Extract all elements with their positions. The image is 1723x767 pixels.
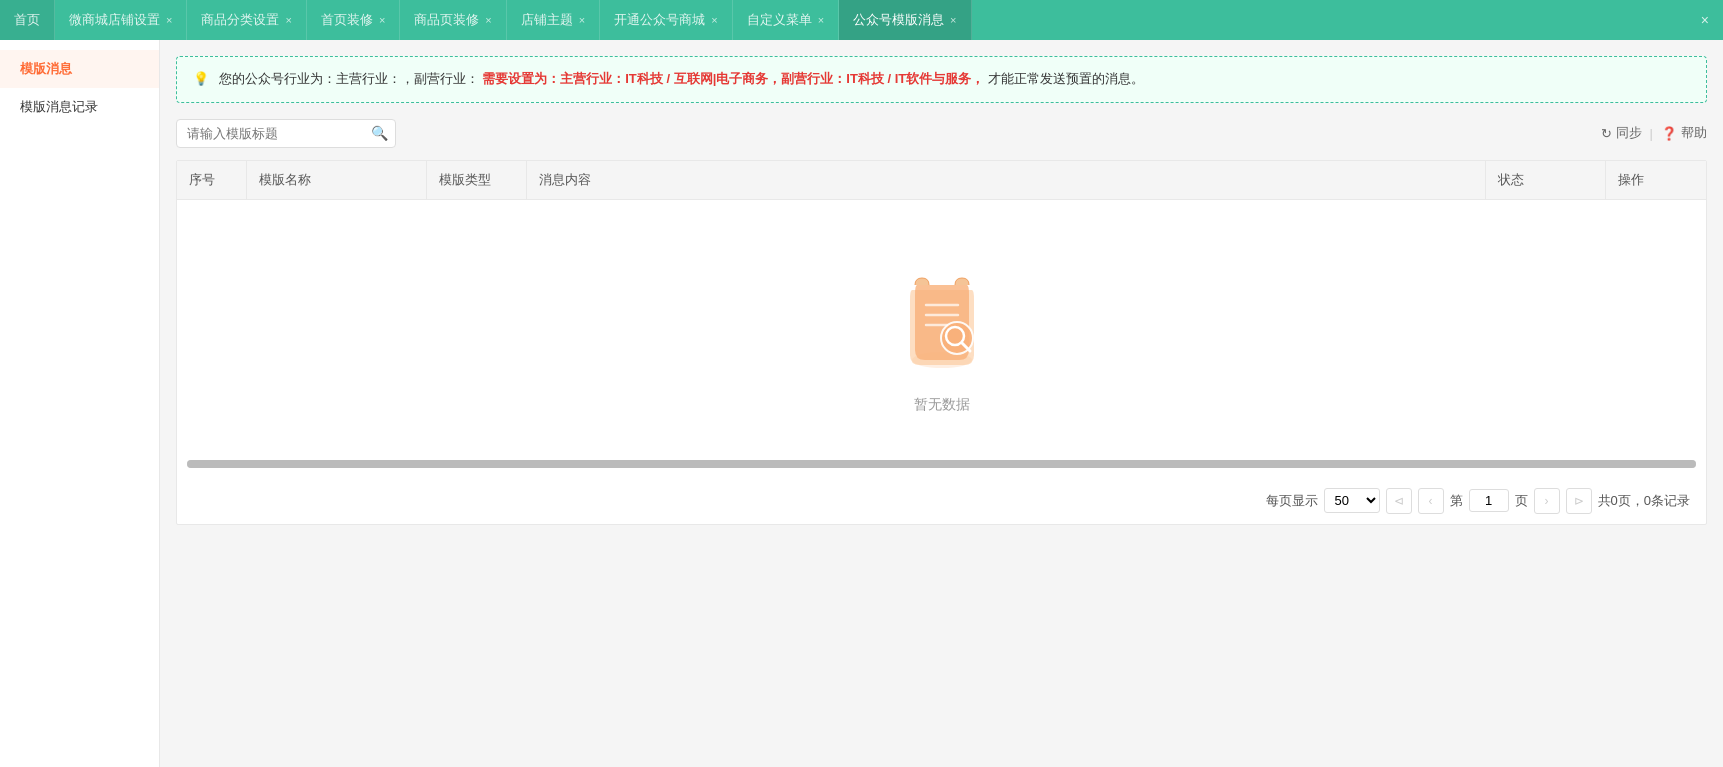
sidebar-item-template-message[interactable]: 模版消息 — [0, 50, 159, 88]
tab-store-settings[interactable]: 微商城店铺设置 × — [55, 0, 187, 40]
empty-icon — [882, 260, 1002, 380]
close-tab-homepage[interactable]: × — [379, 14, 385, 26]
tab-homepage-decoration[interactable]: 首页装修 × — [307, 0, 400, 40]
table-header: 序号 模版名称 模版类型 消息内容 状态 操作 — [177, 161, 1706, 200]
main-layout: 模版消息 模版消息记录 💡 您的公众号行业为：主营行业：，副营行业： 需要设置为… — [0, 40, 1723, 767]
close-tab-custom-menu[interactable]: × — [818, 14, 824, 26]
tab-custom-menu[interactable]: 自定义菜单 × — [733, 0, 839, 40]
content-area: 💡 您的公众号行业为：主营行业：，副营行业： 需要设置为：主营行业：IT科技 /… — [160, 40, 1723, 767]
data-table: 序号 模版名称 模版类型 消息内容 状态 操作 — [176, 160, 1707, 525]
col-action: 操作 — [1606, 161, 1706, 199]
tab-store-theme[interactable]: 店铺主题 × — [507, 0, 600, 40]
notice-banner: 💡 您的公众号行业为：主营行业：，副营行业： 需要设置为：主营行业：IT科技 /… — [176, 56, 1707, 103]
close-all-tabs-button[interactable]: × — [1687, 12, 1723, 28]
close-tab-category[interactable]: × — [285, 14, 291, 26]
sidebar: 模版消息 模版消息记录 — [0, 40, 160, 767]
notice-icon: 💡 — [193, 71, 209, 86]
search-bar: 🔍 ↻ 同步 | ❓ 帮助 — [176, 119, 1707, 148]
close-tab-theme[interactable]: × — [579, 14, 585, 26]
close-tab-product-page[interactable]: × — [485, 14, 491, 26]
scrollbar-container — [177, 460, 1706, 478]
next-page-button[interactable]: › — [1534, 488, 1560, 514]
empty-state: 暂无数据 — [177, 200, 1706, 454]
page-number-input[interactable] — [1469, 489, 1509, 512]
total-text: 共0页，0条记录 — [1598, 492, 1690, 510]
tab-product-page-decoration[interactable]: 商品页装修 × — [400, 0, 506, 40]
close-tab-store-settings[interactable]: × — [166, 14, 172, 26]
tab-open-wechat-store[interactable]: 开通公众号商城 × — [600, 0, 732, 40]
sync-icon: ↻ — [1601, 126, 1612, 141]
toolbar-right: ↻ 同步 | ❓ 帮助 — [1601, 124, 1707, 142]
notice-highlight: 需要设置为：主营行业：IT科技 / 互联网|电子商务，副营行业：IT科技 / I… — [482, 71, 984, 86]
page-size-select[interactable]: 50 10 20 100 — [1324, 488, 1380, 513]
tab-category-settings[interactable]: 商品分类设置 × — [187, 0, 306, 40]
page-size-label: 每页显示 — [1266, 492, 1318, 510]
last-page-button[interactable]: ⊳ — [1566, 488, 1592, 514]
col-index: 序号 — [177, 161, 247, 199]
help-icon: ❓ — [1661, 126, 1677, 141]
page-unit: 页 — [1515, 492, 1528, 510]
col-template-name: 模版名称 — [247, 161, 427, 199]
col-template-type: 模版类型 — [427, 161, 527, 199]
close-tab-wechat-store[interactable]: × — [711, 14, 717, 26]
search-icon[interactable]: 🔍 — [371, 125, 388, 141]
notice-prefix: 您的公众号行业为：主营行业：，副营行业： — [219, 71, 479, 86]
scrollbar-thumb[interactable] — [187, 460, 1696, 468]
scrollbar-track[interactable] — [187, 460, 1696, 468]
sync-button[interactable]: ↻ 同步 — [1601, 124, 1642, 142]
pagination: 每页显示 50 10 20 100 ⊲ ‹ 第 页 › ⊳ 共0页，0条记录 — [177, 478, 1706, 524]
divider: | — [1650, 126, 1653, 141]
prev-page-button[interactable]: ‹ — [1418, 488, 1444, 514]
first-page-button[interactable]: ⊲ — [1386, 488, 1412, 514]
search-input-wrap: 🔍 — [176, 119, 396, 148]
col-message-content: 消息内容 — [527, 161, 1486, 199]
empty-text: 暂无数据 — [914, 396, 970, 414]
tab-template-message[interactable]: 公众号模版消息 × — [839, 0, 971, 40]
close-tab-template[interactable]: × — [950, 14, 956, 26]
topbar: 首页 微商城店铺设置 × 商品分类设置 × 首页装修 × 商品页装修 × 店铺主… — [0, 0, 1723, 40]
notice-suffix: 才能正常发送预置的消息。 — [988, 71, 1144, 86]
col-status: 状态 — [1486, 161, 1606, 199]
tab-home[interactable]: 首页 — [0, 0, 55, 40]
search-input[interactable] — [176, 119, 396, 148]
help-button[interactable]: ❓ 帮助 — [1661, 124, 1707, 142]
sidebar-item-template-message-records[interactable]: 模版消息记录 — [0, 88, 159, 126]
page-label: 第 — [1450, 492, 1463, 510]
